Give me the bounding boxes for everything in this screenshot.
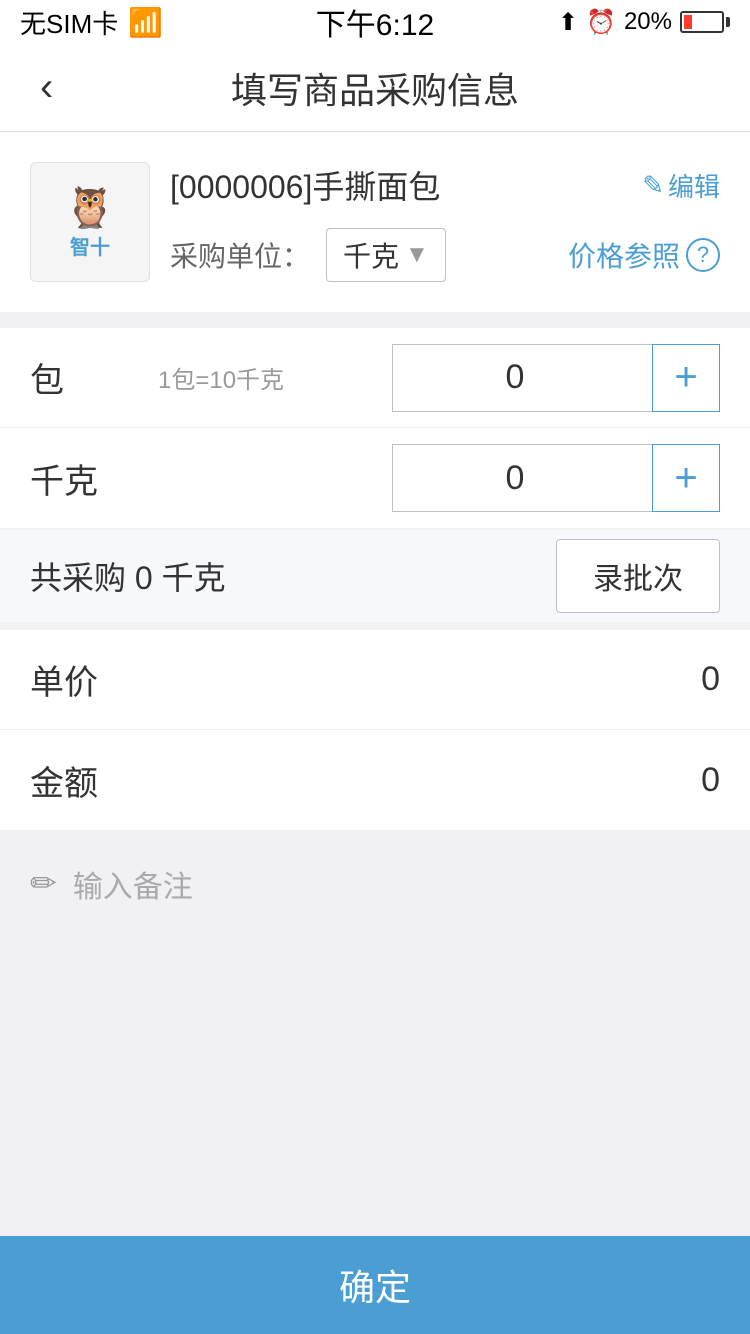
unit-value: 千克 (343, 235, 399, 275)
bag-input[interactable] (392, 344, 652, 412)
kg-plus-button[interactable]: + (652, 444, 720, 512)
bag-label: 包 (30, 353, 150, 402)
product-name-row: [0000006]手撕面包 ✎ 编辑 (170, 162, 720, 208)
status-bar-right: ⬆ ⏰ 20% (558, 8, 730, 37)
edit-label: 编辑 (668, 167, 720, 204)
thumbnail-text: 智十 (70, 231, 110, 260)
price-ref-button[interactable]: 价格参照 ? (568, 235, 720, 275)
nav-title: 填写商品采购信息 (231, 62, 519, 114)
input-section: 包 1包=10千克 + 千克 + (0, 328, 750, 528)
bag-plus-button[interactable]: + (652, 344, 720, 412)
back-button[interactable]: ‹ (30, 55, 63, 120)
bag-row: 包 1包=10千克 + (0, 328, 750, 428)
amount-value: 0 (701, 761, 720, 800)
summary-row: 共采购 0 千克 录批次 (0, 530, 750, 630)
notes-placeholder: 输入备注 (73, 862, 193, 906)
kg-label: 千克 (30, 454, 150, 503)
unit-price-value: 0 (701, 660, 720, 699)
edit-icon: ✎ (642, 170, 664, 201)
product-card: 🦉 智十 [0000006]手撕面包 ✎ 编辑 采购单位： 千克 ▼ 价格参照 … (0, 132, 750, 320)
kg-row: 千克 + (0, 428, 750, 528)
status-bar-time: 下午6:12 (316, 0, 434, 44)
unit-price-row: 单价 0 (0, 630, 750, 730)
owl-icon: 🦉 (65, 184, 115, 231)
status-bar: 无SIM卡 📶 下午6:12 ⬆ ⏰ 20% (0, 0, 750, 44)
kg-input-wrap: + (392, 444, 720, 512)
summary-text: 共采购 0 千克 (30, 553, 226, 599)
record-batch-button[interactable]: 录批次 (556, 539, 720, 613)
unit-row: 采购单位： 千克 ▼ 价格参照 ? (170, 228, 720, 282)
bag-input-wrap: + (392, 344, 720, 412)
wifi-icon: 📶 (128, 6, 163, 39)
bag-sublabel: 1包=10千克 (158, 360, 392, 395)
bottom-spacer (0, 1072, 750, 1170)
product-info: [0000006]手撕面包 ✎ 编辑 采购单位： 千克 ▼ 价格参照 ? (170, 162, 720, 282)
confirm-button[interactable]: 确定 (339, 1259, 411, 1311)
price-ref-label: 价格参照 (568, 235, 680, 275)
unit-label-text: 采购单位： (170, 235, 310, 275)
edit-button[interactable]: ✎ 编辑 (642, 167, 720, 204)
product-name: [0000006]手撕面包 (170, 162, 440, 208)
chevron-down-icon: ▼ (405, 241, 429, 269)
amount-row: 金额 0 (0, 730, 750, 830)
question-icon: ? (686, 238, 720, 272)
confirm-bar[interactable]: 确定 (0, 1236, 750, 1334)
unit-price-label: 单价 (30, 655, 98, 704)
alarm-icon: ⏰ (586, 8, 616, 37)
amount-label: 金额 (30, 756, 98, 805)
divider-1 (0, 320, 750, 328)
nav-bar: ‹ 填写商品采购信息 (0, 44, 750, 132)
price-section: 单价 0 金额 0 (0, 630, 750, 830)
carrier-text: 无SIM卡 (20, 4, 118, 41)
battery-text: 20% (624, 8, 672, 36)
product-thumbnail: 🦉 智十 (30, 162, 150, 282)
location-icon: ⬆ (558, 8, 578, 37)
battery-icon (680, 11, 730, 33)
status-bar-left: 无SIM卡 📶 (20, 4, 163, 41)
notes-section[interactable]: ✏ 输入备注 (0, 832, 750, 1072)
pencil-icon: ✏ (30, 864, 57, 902)
unit-select[interactable]: 千克 ▼ (326, 228, 446, 282)
kg-input[interactable] (392, 444, 652, 512)
